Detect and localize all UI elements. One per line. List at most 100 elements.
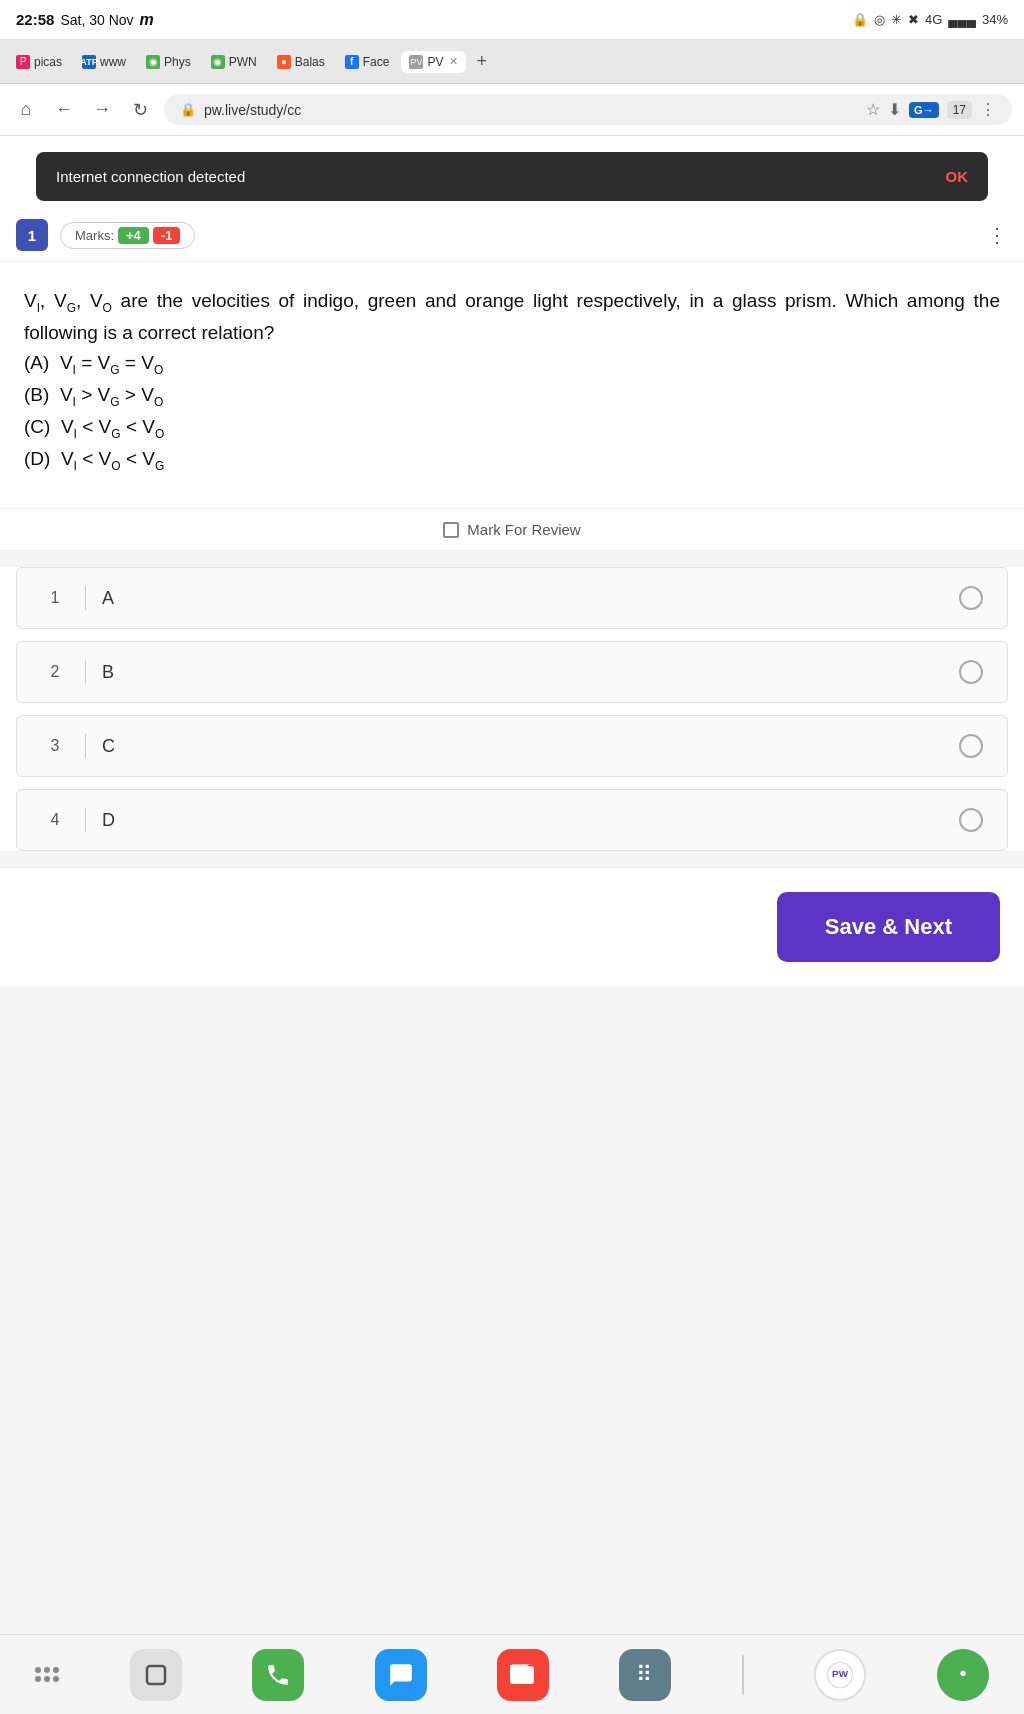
option-num-3: 3 — [41, 737, 69, 755]
option-divider-3 — [85, 734, 86, 758]
answer-option-4[interactable]: 4 D — [16, 789, 1008, 851]
option-label-4: D — [102, 810, 959, 831]
answer-option-1[interactable]: 1 A — [16, 567, 1008, 629]
option-label-1: A — [102, 588, 959, 609]
tab-pwn-icon: ◉ — [211, 55, 225, 69]
nav-dots-button[interactable]: ⠿ — [619, 1649, 671, 1701]
nav-phone-button[interactable] — [252, 1649, 304, 1701]
refresh-button[interactable]: ↻ — [126, 96, 154, 124]
mark-for-review-row: Mark For Review — [0, 509, 1024, 551]
mark-review-checkbox[interactable] — [443, 522, 459, 538]
browser-tab-bar: P picas ATP www ◉ Phys ◉ PWN ● Balas f F… — [0, 40, 1024, 84]
forward-button[interactable]: → — [88, 96, 116, 124]
option-label-2: B — [102, 662, 959, 683]
option-divider-4 — [85, 808, 86, 832]
drag-handle — [35, 1667, 59, 1682]
nav-pw-button[interactable]: PW — [814, 1649, 866, 1701]
tab-pwn[interactable]: ◉ PWN — [203, 51, 265, 73]
tab-face-icon: f — [345, 55, 359, 69]
question-option-c: (C) VI < VG < VO — [24, 412, 1000, 444]
save-next-button[interactable]: Save & Next — [777, 892, 1000, 962]
option-divider-2 — [85, 660, 86, 684]
answer-option-3[interactable]: 3 C — [16, 715, 1008, 777]
tab-phys-label: Phys — [164, 55, 191, 69]
asterisk-icon: ✳ — [891, 12, 902, 27]
home-button[interactable]: ⌂ — [12, 96, 40, 124]
more-options-button[interactable]: ⋮ — [987, 223, 1008, 247]
bookmark-icon[interactable]: ☆ — [866, 100, 880, 119]
option-num-4: 4 — [41, 811, 69, 829]
tab-phys-icon: ◉ — [146, 55, 160, 69]
answer-option-2[interactable]: 2 B — [16, 641, 1008, 703]
status-bar: 22:58 Sat, 30 Nov m 🔒 ◎ ✳ ✖ 4G ▄▄▄ 34% — [0, 0, 1024, 40]
radio-3[interactable] — [959, 734, 983, 758]
question-option-a: (A) VI = VG = VO — [24, 348, 1000, 380]
mute-icon: ✖ — [908, 12, 919, 27]
tab-picas[interactable]: P picas — [8, 51, 70, 73]
address-bar: ⌂ ← → ↻ 🔒 pw.live/study/cc ☆ ⬇ G→ 17 ⋮ — [0, 84, 1024, 136]
tab-face-label: Face — [363, 55, 390, 69]
question-options: (A) VI = VG = VO (B) VI > VG > VO (C) VI… — [24, 348, 1000, 476]
tab-close-icon[interactable]: ✕ — [449, 55, 458, 68]
mark-review-label: Mark For Review — [467, 521, 580, 538]
secure-icon: 🔒 — [180, 102, 196, 117]
toast-ok-button[interactable]: OK — [946, 168, 969, 185]
url-text: pw.live/study/cc — [204, 102, 858, 118]
nav-divider — [742, 1655, 744, 1695]
tab-picas-label: picas — [34, 55, 62, 69]
svg-text:●: ● — [959, 1665, 967, 1679]
alert-icon: ◎ — [874, 12, 885, 27]
tab-pv-label: PV — [427, 55, 443, 69]
radio-1[interactable] — [959, 586, 983, 610]
tab-atp-label: www — [100, 55, 126, 69]
nav-square-button[interactable] — [130, 1649, 182, 1701]
tab-balas[interactable]: ● Balas — [269, 51, 333, 73]
question-option-b: (B) VI > VG > VO — [24, 380, 1000, 412]
url-bar[interactable]: 🔒 pw.live/study/cc ☆ ⬇ G→ 17 ⋮ — [164, 94, 1012, 125]
tab-balas-label: Balas — [295, 55, 325, 69]
new-tab-button[interactable]: + — [470, 51, 493, 72]
tab-atp-icon: ATP — [82, 55, 96, 69]
tab-phys[interactable]: ◉ Phys — [138, 51, 199, 73]
svg-text:PW: PW — [832, 1667, 849, 1678]
toast-notification: Internet connection detected OK — [36, 152, 988, 201]
svg-rect-0 — [147, 1666, 165, 1684]
action-button-row: Save & Next — [0, 867, 1024, 986]
nav-camera-button[interactable] — [497, 1649, 549, 1701]
tab-atp[interactable]: ATP www — [74, 51, 134, 73]
status-time: 22:58 Sat, 30 Nov m — [16, 11, 154, 29]
radio-4[interactable] — [959, 808, 983, 832]
toast-message: Internet connection detected — [56, 168, 245, 185]
bottom-navigation: ⠿ PW ● — [0, 1634, 1024, 1714]
option-label-3: C — [102, 736, 959, 757]
marks-correct: +4 — [118, 227, 149, 244]
toast-wrapper: Internet connection detected OK — [0, 136, 1024, 209]
signal-bars: ▄▄▄ — [948, 12, 976, 27]
tab-face[interactable]: f Face — [337, 51, 398, 73]
radio-2[interactable] — [959, 660, 983, 684]
address-bar-actions: ☆ ⬇ G→ 17 ⋮ — [866, 100, 996, 119]
marks-label: Marks: — [75, 228, 114, 243]
download-icon[interactable]: ⬇ — [888, 100, 901, 119]
status-indicators: 🔒 ◎ ✳ ✖ 4G ▄▄▄ 34% — [852, 12, 1008, 27]
dots-icon: ⠿ — [636, 1662, 654, 1688]
nav-chat-button[interactable] — [375, 1649, 427, 1701]
tab-count-badge[interactable]: 17 — [947, 101, 972, 119]
translate-icon[interactable]: G→ — [909, 102, 939, 118]
option-divider-1 — [85, 586, 86, 610]
lock-icon: 🔒 — [852, 12, 868, 27]
more-icon[interactable]: ⋮ — [980, 100, 996, 119]
tab-pwn-label: PWN — [229, 55, 257, 69]
back-button[interactable]: ← — [50, 96, 78, 124]
nav-green-button[interactable]: ● — [937, 1649, 989, 1701]
question-option-d: (D) VI < VO < VG — [24, 444, 1000, 476]
battery-icon: 34% — [982, 12, 1008, 27]
option-num-1: 1 — [41, 589, 69, 607]
question-header: 1 Marks: +4 -1 ⋮ — [0, 209, 1024, 262]
tab-picas-icon: P — [16, 55, 30, 69]
question-number: 1 — [16, 219, 48, 251]
option-num-2: 2 — [41, 663, 69, 681]
question-text: VI, VG, VO are the velocities of indigo,… — [24, 286, 1000, 476]
tab-pv[interactable]: PV PV ✕ — [401, 51, 466, 73]
signal-icon: 4G — [925, 12, 942, 27]
